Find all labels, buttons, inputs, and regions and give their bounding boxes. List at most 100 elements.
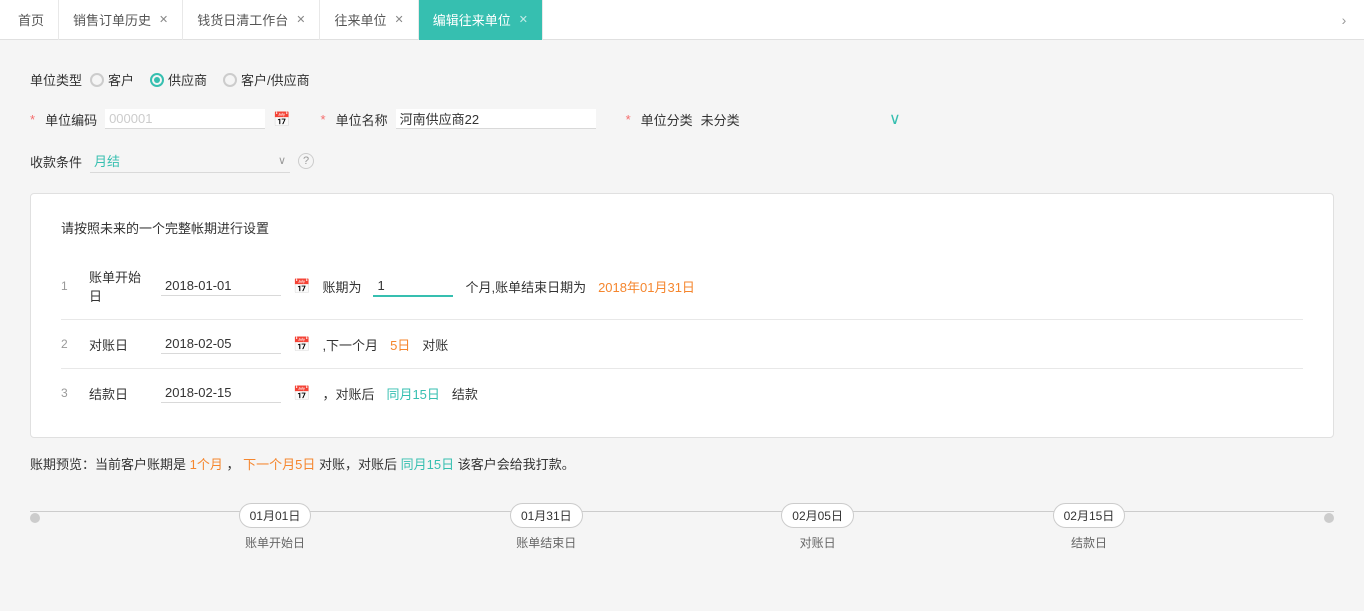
radio-customer-circle	[90, 73, 104, 87]
timeline-point-3: 02月05日 对账日	[781, 503, 854, 551]
tab-sales-history-label: 销售订单历史	[73, 10, 151, 29]
timeline-end-dot	[1324, 513, 1334, 523]
tab-sales-history-close[interactable]: ✕	[159, 13, 168, 26]
page-content: 单位类型 客户 供应商 客户/供应商 * 单位编码	[0, 40, 1364, 611]
preview-part1: 1个月	[190, 457, 223, 472]
tab-partner-unit-close[interactable]: ✕	[395, 13, 404, 26]
unit-category-required: *	[626, 112, 631, 127]
tab-cash-work-close[interactable]: ✕	[296, 13, 305, 26]
divider-1	[61, 319, 1303, 320]
radio-customer[interactable]: 客户	[90, 70, 134, 89]
timeline-label-3: 对账日	[800, 534, 836, 551]
radio-both-circle	[223, 73, 237, 87]
settlement-date-calendar-icon[interactable]: 📅	[293, 385, 310, 402]
setting-row-2: 2 对账日 📅 ,下一个月 5日 对账	[61, 324, 1303, 364]
row-type-label-2: 对账日	[89, 335, 149, 354]
divider-2	[61, 368, 1303, 369]
reconcile-prefix: ,下一个月	[322, 335, 378, 354]
payment-terms-select[interactable]: 月结 ∨	[90, 149, 290, 173]
settlement-date-input[interactable]	[161, 383, 281, 403]
unit-category-chevron-icon: ∨	[889, 109, 901, 129]
unit-code-calendar-icon[interactable]: 📅	[273, 111, 290, 128]
timeline-badge-1: 01月01日	[239, 503, 312, 528]
radio-supplier[interactable]: 供应商	[150, 70, 207, 89]
unit-info-row: * 单位编码 📅 * 单位名称 * 单位分类 未分类 ∨	[30, 99, 1334, 139]
timeline-point-2: 01月31日 账单结束日	[510, 503, 583, 551]
row-type-label-1: 账单开始日	[89, 267, 149, 305]
row-index-2: 2	[61, 337, 77, 351]
tab-partner-unit-label: 往来单位	[334, 10, 386, 29]
tab-edit-partner-close[interactable]: ✕	[519, 13, 528, 26]
tab-sales-history[interactable]: 销售订单历史 ✕	[59, 0, 183, 40]
tabs-bar: 首页 销售订单历史 ✕ 钱货日清工作台 ✕ 往来单位 ✕ 编辑往来单位 ✕ ›	[0, 0, 1364, 40]
payment-terms-field: 收款条件 月结 ∨ ?	[30, 149, 314, 173]
payment-terms-chevron-icon: ∨	[278, 154, 286, 167]
unit-type-radio-group: 客户 供应商 客户/供应商	[90, 70, 310, 89]
unit-name-field: * 单位名称	[321, 109, 596, 129]
timeline-point-4: 02月15日 结款日	[1053, 503, 1126, 551]
timeline-badge-4: 02月15日	[1053, 503, 1126, 528]
tab-home-label: 首页	[18, 10, 44, 29]
settlement-suffix: 结款	[452, 384, 478, 403]
preview-part3: 同月15日	[401, 457, 454, 472]
period-value-input[interactable]	[373, 276, 453, 297]
unit-code-input[interactable]	[105, 109, 265, 129]
tabs-more-arrow[interactable]: ›	[1332, 12, 1356, 28]
period-unit-text: 个月,账单结束日期为	[465, 277, 586, 296]
radio-both[interactable]: 客户/供应商	[223, 70, 310, 89]
preview-part2: 下一个月5日	[243, 457, 315, 472]
card-title: 请按照未来的一个完整帐期进行设置	[61, 218, 1303, 237]
timeline-points: 01月01日 账单开始日 01月31日 账单结束日 02月05日 对账日 02月…	[30, 503, 1334, 551]
unit-code-field: * 单位编码 📅	[30, 109, 291, 129]
unit-category-select[interactable]: 未分类 ∨	[701, 109, 901, 129]
timeline-badge-3: 02月05日	[781, 503, 854, 528]
preview-prefix: 账期预览：当前客户账期是	[30, 457, 186, 472]
radio-supplier-label: 供应商	[168, 70, 207, 89]
unit-name-required: *	[321, 112, 326, 127]
row-index-1: 1	[61, 279, 77, 293]
payment-terms-value: 月结	[94, 151, 278, 170]
preview-sep1: ，	[227, 457, 240, 472]
tab-edit-partner-label: 编辑往来单位	[433, 10, 511, 29]
radio-customer-label: 客户	[108, 70, 134, 89]
tab-cash-work[interactable]: 钱货日清工作台 ✕	[183, 0, 320, 40]
row-type-label-3: 结款日	[89, 384, 149, 403]
unit-category-field: * 单位分类 未分类 ∨	[626, 109, 901, 129]
preview-section: 账期预览：当前客户账期是 1个月 ， 下一个月5日 对账，对账后 同月15日 该…	[30, 438, 1334, 591]
settlement-day-highlight: 同月15日	[386, 384, 439, 403]
timeline-label-4: 结款日	[1071, 534, 1107, 551]
unit-code-label: 单位编码	[45, 110, 97, 129]
tab-home[interactable]: 首页	[8, 0, 59, 40]
payment-terms-label: 收款条件	[30, 152, 82, 171]
settlement-prefix: ，对账后	[322, 384, 374, 403]
unit-type-field: 单位类型 客户 供应商 客户/供应商	[30, 70, 310, 89]
preview-text: 账期预览：当前客户账期是 1个月 ， 下一个月5日 对账，对账后 同月15日 该…	[30, 454, 1334, 473]
reconcile-date-calendar-icon[interactable]: 📅	[293, 336, 310, 353]
tab-partner-unit[interactable]: 往来单位 ✕	[320, 0, 418, 40]
setting-row-1: 1 账单开始日 📅 账期为 个月,账单结束日期为 2018年01月31日	[61, 257, 1303, 315]
settings-card: 请按照未来的一个完整帐期进行设置 1 账单开始日 📅 账期为 个月,账单结束日期…	[30, 193, 1334, 438]
unit-category-label: 单位分类	[641, 110, 693, 129]
unit-type-label: 单位类型	[30, 70, 82, 89]
unit-category-value: 未分类	[701, 110, 889, 129]
setting-row-3: 3 结款日 📅 ，对账后 同月15日 结款	[61, 373, 1303, 413]
start-date-calendar-icon[interactable]: 📅	[293, 278, 310, 295]
reconcile-day-highlight: 5日	[390, 335, 410, 354]
reconcile-date-input[interactable]	[161, 334, 281, 354]
unit-type-row: 单位类型 客户 供应商 客户/供应商	[30, 60, 1334, 99]
timeline-badge-2: 01月31日	[510, 503, 583, 528]
unit-name-input[interactable]	[396, 109, 596, 129]
help-icon[interactable]: ?	[298, 153, 314, 169]
period-end-date: 2018年01月31日	[598, 277, 695, 296]
payment-terms-row: 收款条件 月结 ∨ ?	[30, 139, 1334, 183]
tab-edit-partner[interactable]: 编辑往来单位 ✕	[419, 0, 543, 40]
row-index-3: 3	[61, 386, 77, 400]
start-date-input[interactable]	[161, 276, 281, 296]
timeline-start-dot	[30, 513, 40, 523]
radio-both-label: 客户/供应商	[241, 70, 310, 89]
period-suffix-label: 账期为	[322, 277, 361, 296]
timeline-label-2: 账单结束日	[516, 534, 576, 551]
timeline: 01月01日 账单开始日 01月31日 账单结束日 02月05日 对账日 02月…	[30, 493, 1334, 581]
timeline-point-1: 01月01日 账单开始日	[239, 503, 312, 551]
tab-cash-work-label: 钱货日清工作台	[197, 10, 288, 29]
